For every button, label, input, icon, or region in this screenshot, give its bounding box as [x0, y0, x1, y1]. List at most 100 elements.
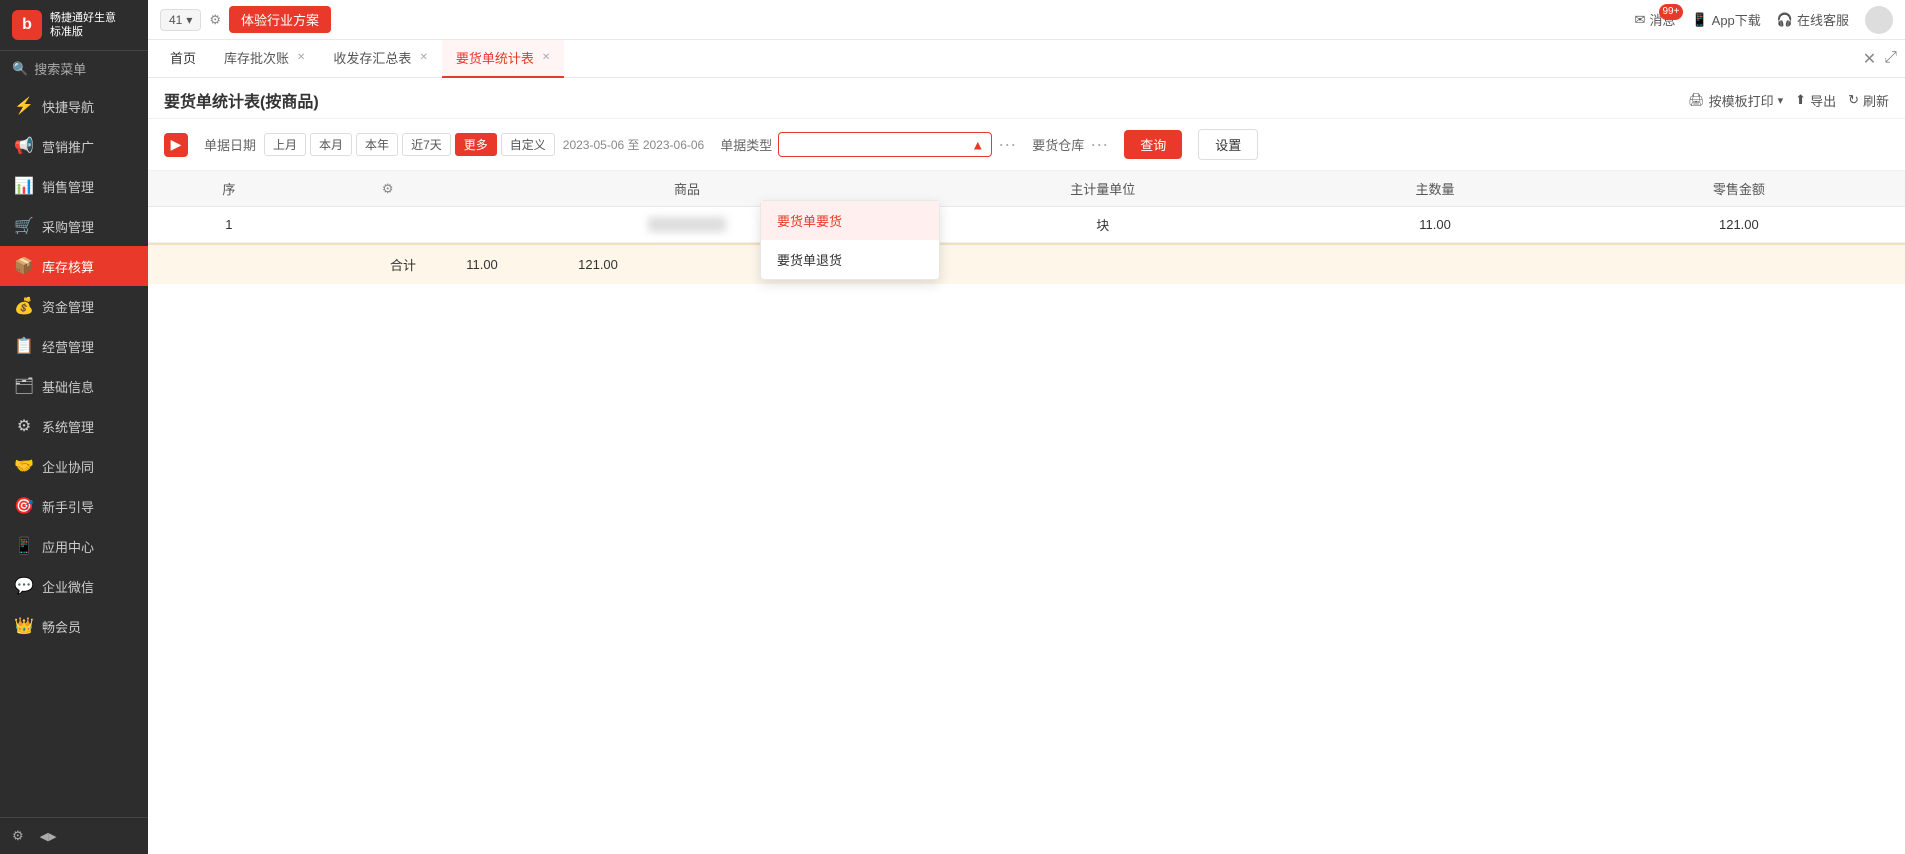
newguide-icon: 🎯 [14, 496, 34, 516]
page-title: 要货单统计表(按商品) [164, 88, 319, 112]
sidebar-item-inventory[interactable]: 📦库存核算 [0, 246, 148, 286]
set-btn[interactable]: 设置 [1198, 129, 1258, 160]
dropdown-item-order-goods[interactable]: 要货单要货 [761, 201, 939, 240]
type-filter-group: 单据类型 ▲ ··· [720, 132, 1016, 157]
logo-icon: b [12, 10, 42, 40]
seven-days-btn[interactable]: 近7天 [402, 133, 451, 156]
sidebar-bottom: ⚙ ◀▶ [0, 817, 148, 854]
sidebar-item-operations[interactable]: 📋经营管理 [0, 326, 148, 366]
sidebar-item-wechat[interactable]: 💬企业微信 [0, 566, 148, 606]
sidebar: b 畅捷通好生意 标准版 🔍 搜索菜单 ⚡快捷导航📢营销推广📊销售管理🛒采购管理… [0, 0, 148, 854]
search-icon: 🔍 [12, 61, 28, 77]
table-wrap: 序 ⚙ 商品 主计量单位 主数量 零售金额 1 [148, 171, 1905, 243]
headset-icon: 🎧 [1777, 12, 1793, 28]
cell-unit: 块 [908, 207, 1297, 243]
date-range: 2023-05-06 至 2023-06-06 [563, 136, 704, 153]
print-btn[interactable]: 🖨 按模板打印 ▾ [1688, 91, 1783, 110]
col-amount: 零售金额 [1573, 171, 1905, 207]
sidebar-search[interactable]: 🔍 搜索菜单 [0, 51, 148, 86]
col-settings[interactable]: ⚙ [310, 171, 466, 207]
sidebar-item-appcenter[interactable]: 📱应用中心 [0, 526, 148, 566]
store-dropdown-icon: ▾ [186, 13, 192, 27]
sidebar-item-purchase[interactable]: 🛒采购管理 [0, 206, 148, 246]
tab-order-summary[interactable]: 要货单统计表✕ [442, 40, 564, 78]
sidebar-item-finance[interactable]: 💰资金管理 [0, 286, 148, 326]
sidebar-item-sales[interactable]: 📊销售管理 [0, 166, 148, 206]
export-btn[interactable]: ⬆ 导出 [1795, 91, 1836, 110]
footer-amount: 121.00 [548, 257, 648, 272]
footer-label: 合计 [160, 255, 416, 274]
prev-month-btn[interactable]: 上月 [264, 133, 306, 156]
cell-settings [310, 207, 466, 243]
settings-gear-icon[interactable]: ⚙ [209, 12, 221, 28]
warehouse-filter-group: 要货仓库 ··· [1032, 134, 1108, 155]
col-quantity: 主数量 [1297, 171, 1572, 207]
close-tab-order-summary-icon[interactable]: ✕ [542, 52, 550, 63]
expand-icon[interactable]: ⤢ [1884, 49, 1897, 69]
dropdown-item-order-return[interactable]: 要货单退货 [761, 240, 939, 279]
cell-amount: 121.00 [1573, 207, 1905, 243]
cell-seq: 1 [148, 207, 310, 243]
data-table: 序 ⚙ 商品 主计量单位 主数量 零售金额 1 [148, 171, 1905, 243]
table-footer: 合计 11.00 121.00 [148, 243, 1905, 284]
appcenter-icon: 📱 [14, 536, 34, 556]
avatar[interactable] [1865, 6, 1893, 34]
collapse-icon[interactable]: ◀▶ [40, 830, 57, 843]
operations-icon: 📋 [14, 336, 34, 356]
sidebar-item-shortcuts[interactable]: ⚡快捷导航 [0, 86, 148, 126]
settings-icon[interactable]: ⚙ [12, 828, 24, 844]
message-badge: 99+ [1659, 4, 1684, 20]
finance-icon: 💰 [14, 296, 34, 316]
sidebar-item-newguide[interactable]: 🎯新手引导 [0, 486, 148, 526]
cur-year-btn[interactable]: 本年 [356, 133, 398, 156]
page: 要货单统计表(按商品) 🖨 按模板打印 ▾ ⬆ 导出 ↻ 刷新 [148, 78, 1905, 854]
close-tab-summary-icon[interactable]: ✕ [419, 52, 427, 63]
sidebar-item-member[interactable]: 👑畅会员 [0, 606, 148, 646]
col-unit: 主计量单位 [908, 171, 1297, 207]
more-btn[interactable]: 更多 [455, 133, 497, 156]
store-selector[interactable]: 41 ▾ [160, 9, 201, 31]
sidebar-item-enterprise[interactable]: 🤝企业协同 [0, 446, 148, 486]
query-btn[interactable]: 查询 [1124, 130, 1182, 159]
refresh-icon: ↻ [1848, 92, 1859, 108]
app-download-icon: 📱 [1691, 12, 1707, 28]
date-btns: 上月 本月 本年 近7天 更多 自定义 [264, 133, 555, 156]
tabbar-end: ✕ ⤢ [1863, 49, 1897, 69]
industry-btn[interactable]: 体验行业方案 [229, 6, 331, 33]
wechat-icon: 💬 [14, 576, 34, 596]
tab-batch[interactable]: 库存批次账✕ [210, 40, 319, 78]
sidebar-item-base[interactable]: 🗂基础信息 [0, 366, 148, 406]
page-header: 要货单统计表(按商品) 🖨 按模板打印 ▾ ⬆ 导出 ↻ 刷新 [148, 78, 1905, 119]
table-body: 1 ██████ ██ 块 11.00 121.00 [148, 207, 1905, 243]
filter-dots[interactable]: ··· [998, 134, 1016, 155]
messages-btn[interactable]: ✉ 消息 99+ [1635, 10, 1676, 29]
online-service-btn[interactable]: 🎧 在线客服 [1777, 10, 1849, 29]
app-logo: b 畅捷通好生意 标准版 [0, 0, 148, 51]
print-chevron-icon: ▾ [1778, 94, 1784, 107]
refresh-btn[interactable]: ↻ 刷新 [1848, 91, 1889, 110]
export-icon: ⬆ [1795, 92, 1806, 108]
filter-bar: ▶ 单据日期 上月 本月 本年 近7天 更多 自定义 2023-05-06 至 … [148, 119, 1905, 171]
sidebar-item-marketing[interactable]: 📢营销推广 [0, 126, 148, 166]
base-icon: 🗂 [14, 376, 34, 396]
close-tab-batch-icon[interactable]: ✕ [297, 52, 305, 63]
tab-home[interactable]: 首页 [156, 40, 210, 78]
sidebar-item-system[interactable]: ⚙系统管理 [0, 406, 148, 446]
table-row: 1 ██████ ██ 块 11.00 121.00 [148, 207, 1905, 243]
tab-summary[interactable]: 收发存汇总表✕ [319, 40, 441, 78]
type-select[interactable] [778, 132, 992, 157]
topbar: 41 ▾ ⚙ 体验行业方案 ✉ 消息 99+ 📱 App下载 🎧 在线客服 [148, 0, 1905, 40]
sidebar-nav: ⚡快捷导航📢营销推广📊销售管理🛒采购管理📦库存核算💰资金管理📋经营管理🗂基础信息… [0, 86, 148, 817]
cur-month-btn[interactable]: 本月 [310, 133, 352, 156]
close-all-icon[interactable]: ✕ [1863, 49, 1876, 69]
footer-quantity: 11.00 [432, 257, 532, 272]
date-filter-group: 单据日期 上月 本月 本年 近7天 更多 自定义 2023-05-06 至 20… [204, 133, 704, 156]
filter-toggle-btn[interactable]: ▶ [164, 133, 188, 157]
custom-btn[interactable]: 自定义 [501, 133, 555, 156]
warehouse-dots[interactable]: ··· [1090, 134, 1108, 155]
cell-quantity: 11.00 [1297, 207, 1572, 243]
type-label: 单据类型 [720, 135, 772, 154]
logo-text: 畅捷通好生意 标准版 [50, 11, 116, 40]
col-seq: 序 [148, 171, 310, 207]
app-download-btn[interactable]: 📱 App下载 [1691, 10, 1760, 29]
